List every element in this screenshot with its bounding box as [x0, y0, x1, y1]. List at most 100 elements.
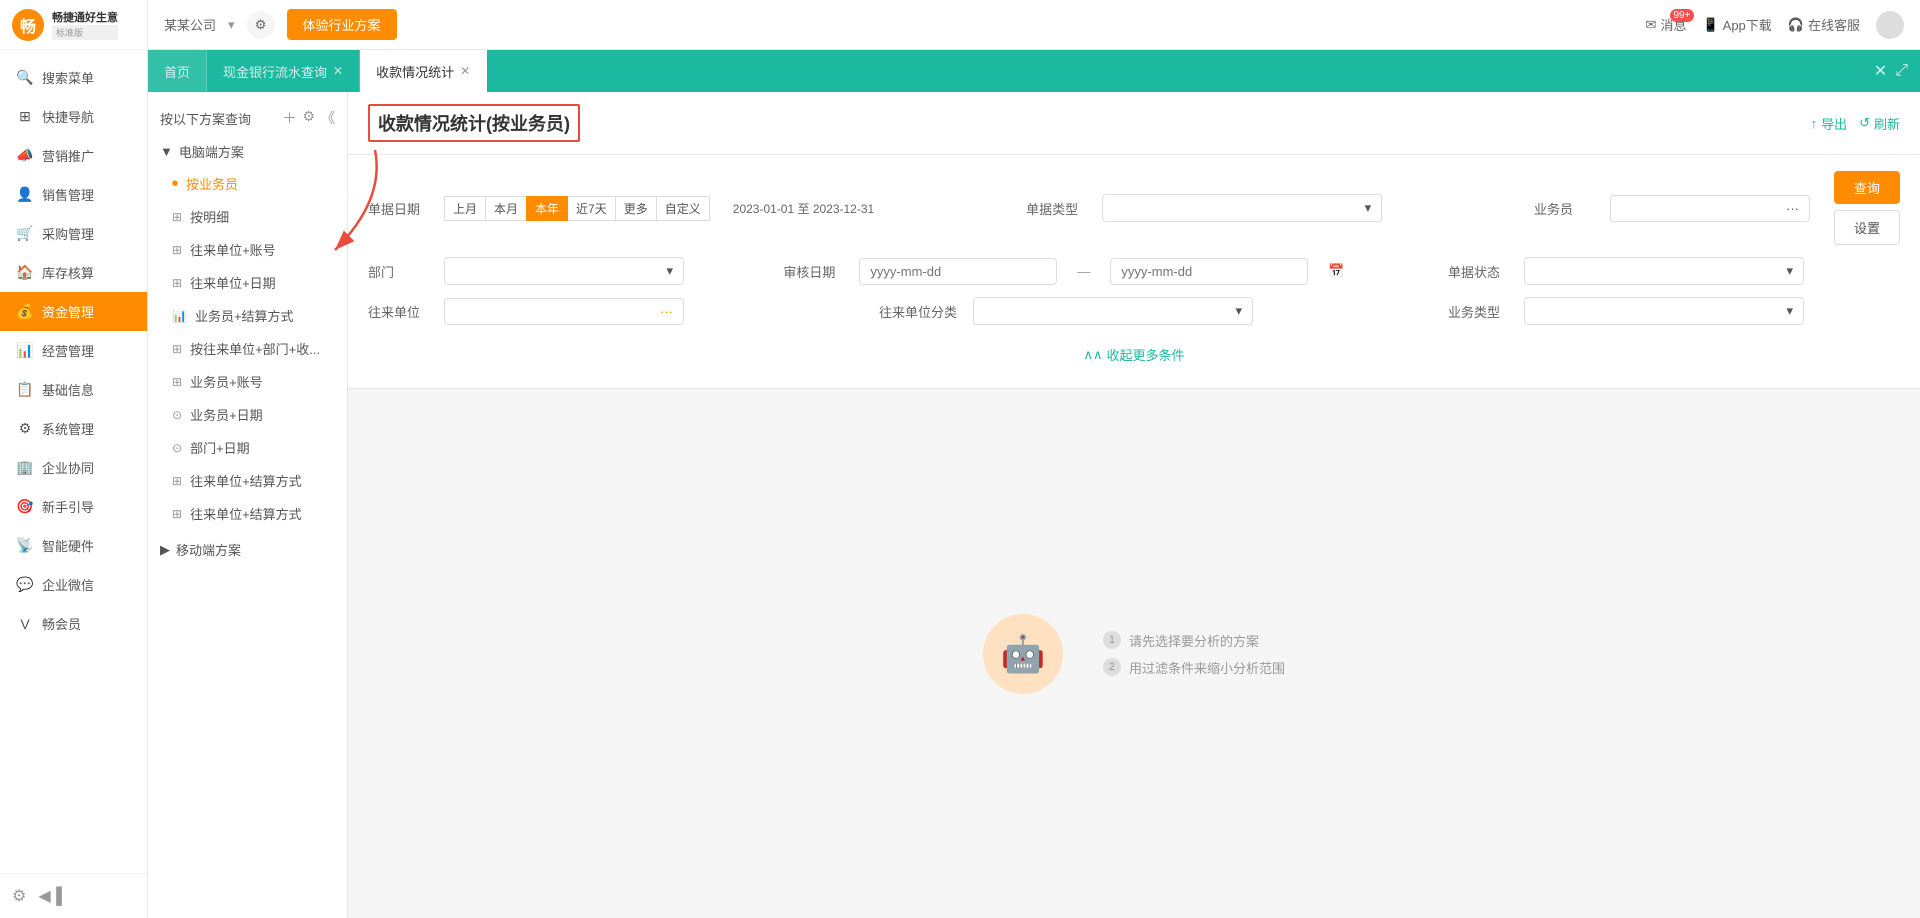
review-date-end[interactable]: [1110, 258, 1308, 285]
export-button[interactable]: ↑ 导出: [1811, 114, 1848, 133]
quicknav-icon: ⊞: [16, 108, 34, 126]
scheme-item-dept_date[interactable]: ⊙部门+日期: [148, 431, 347, 464]
page-title: 收款情况统计(按业务员): [368, 104, 580, 142]
operations-icon: 📊: [16, 342, 34, 360]
date-tab-近7天[interactable]: 近7天: [567, 196, 616, 221]
sidebar-item-sales[interactable]: 👤 销售管理: [0, 175, 147, 214]
dept-chevron: ▾: [666, 263, 673, 279]
collapse-button[interactable]: ∧∧ 收起更多条件: [368, 337, 1900, 372]
tab-collection-close[interactable]: ✕: [460, 64, 470, 78]
sales-icon: 👤: [16, 186, 34, 204]
tab-home-label: 首页: [164, 62, 190, 81]
scheme-settings-icon[interactable]: ⚙: [302, 108, 315, 128]
tab-collection[interactable]: 收款情况统计 ✕: [360, 50, 487, 92]
sidebar-item-purchase[interactable]: 🛒采购管理: [0, 214, 147, 253]
collapse-icon: ∧∧: [1083, 347, 1102, 363]
sidebar-nav: 🔍搜索菜单 ⊞ 快捷导航 📣营销推广 👤 销售管理 🛒采购管理🏠库存核算💰资金管理📊经营管理…: [0, 50, 147, 873]
date-tab-上月[interactable]: 上月: [444, 196, 486, 221]
sidebar-item-finance[interactable]: 💰资金管理: [0, 292, 147, 331]
tab-bank-close[interactable]: ✕: [333, 64, 343, 78]
refresh-button[interactable]: ↺ 刷新: [1859, 114, 1900, 133]
sidebar-item-marketing[interactable]: 📣营销推广: [0, 136, 147, 175]
page-actions: ↑ 导出 ↺ 刷新: [1811, 114, 1900, 133]
scheme-item-unit_method2[interactable]: ⊞往来单位+结算方式: [148, 497, 347, 530]
hardware-label: 智能硬件: [42, 536, 94, 555]
scheme-item-by_salesman[interactable]: ⏺按业务员: [148, 167, 347, 200]
sidebar-item-guide[interactable]: 🎯新手引导: [0, 487, 147, 526]
scheme-item-unit_account[interactable]: ⊞往来单位+账号: [148, 233, 347, 266]
sidebar-item-basic[interactable]: 📋基础信息: [0, 370, 147, 409]
wechat-icon: 💬: [16, 576, 34, 594]
date-tab-本年[interactable]: 本年: [526, 196, 568, 221]
sidebar-item-enterprise[interactable]: 🏢企业协同: [0, 448, 147, 487]
settings-icon[interactable]: ⚙: [12, 886, 26, 906]
doc-type-select[interactable]: ▾: [1102, 194, 1382, 222]
empty-steps: 1 请先选择要分析的方案 2 用过滤条件来缩小分析范围: [1103, 631, 1285, 677]
trial-button[interactable]: 体验行业方案: [287, 9, 397, 40]
sidebar-item-vip[interactable]: V畅会员: [0, 604, 147, 643]
scheme-item-unit_method1[interactable]: ⊞往来单位+结算方式: [148, 464, 347, 497]
sidebar-item-wechat[interactable]: 💬 企业微信: [0, 565, 147, 604]
tab-bank[interactable]: 现金银行流水查询 ✕: [207, 50, 360, 92]
collapse-sidebar-icon[interactable]: ◀▐: [38, 886, 62, 906]
quicknav-label: 快捷导航: [42, 107, 94, 126]
query-buttons: 查询 设置: [1834, 171, 1900, 245]
tab-maximize-icon[interactable]: ⤢: [1895, 62, 1908, 80]
sidebar-item-inventory[interactable]: 🏠库存核算: [0, 253, 147, 292]
review-date-start[interactable]: [859, 258, 1057, 285]
company-dropdown-icon[interactable]: ▾: [228, 17, 235, 33]
topbar-settings-icon[interactable]: ⚙: [247, 11, 275, 39]
tab-close-all-icon[interactable]: ✕: [1874, 61, 1887, 81]
set-button[interactable]: 设置: [1834, 210, 1900, 245]
doc-status-label: 单据状态: [1448, 262, 1508, 281]
tab-home[interactable]: 首页: [148, 50, 207, 92]
system-icon: ⚙: [16, 420, 34, 438]
wechat-label: 企业微信: [42, 575, 94, 594]
date-tab-更多[interactable]: 更多: [615, 196, 657, 221]
scheme-item-label-unit_account: 往来单位+账号: [190, 240, 276, 259]
partner-more-icon[interactable]: ···: [660, 304, 673, 319]
dept-select[interactable]: ▾: [444, 257, 684, 285]
scheme-add-icon[interactable]: ＋: [282, 108, 296, 128]
biz-type-select[interactable]: ▾: [1524, 297, 1804, 325]
scheme-item-icon-salesman_date: ⊙: [172, 408, 182, 422]
message-button[interactable]: ✉ 消息 99+: [1646, 15, 1687, 34]
scheme-item-salesman_account[interactable]: ⊞业务员+账号: [148, 365, 347, 398]
query-button[interactable]: 查询: [1834, 171, 1900, 204]
inventory-icon: 🏠: [16, 264, 34, 282]
date-tab-本月[interactable]: 本月: [485, 196, 527, 221]
scheme-group-title-desktop[interactable]: ▼电脑端方案: [148, 136, 347, 167]
doc-status-select[interactable]: ▾: [1524, 257, 1804, 285]
app-download-button[interactable]: 📱 App下载: [1702, 15, 1771, 34]
tab-bank-label: 现金银行流水查询: [223, 62, 327, 81]
collapse-label: 收起更多条件: [1107, 345, 1185, 364]
online-service-button[interactable]: 🎧 在线客服: [1788, 15, 1860, 34]
partner-select[interactable]: ···: [444, 298, 684, 325]
date-label: 单据日期: [368, 199, 428, 218]
scheme-group-title-mobile[interactable]: ▶移动端方案: [148, 534, 347, 565]
scheme-item-by_detail[interactable]: ⊞按明细: [148, 200, 347, 233]
scheme-item-unit_date[interactable]: ⊞往来单位+日期: [148, 266, 347, 299]
sidebar-item-operations[interactable]: 📊经营管理: [0, 331, 147, 370]
sidebar-item-system[interactable]: ⚙系统管理: [0, 409, 147, 448]
logo-icon: 畅: [12, 9, 44, 41]
scheme-item-salesman_date[interactable]: ⊙业务员+日期: [148, 398, 347, 431]
review-date-calendar-start[interactable]: 📅: [1328, 263, 1344, 279]
date-tab-自定义[interactable]: 自定义: [656, 196, 710, 221]
sidebar-item-search[interactable]: 🔍搜索菜单: [0, 58, 147, 97]
salesman-more-icon: ···: [1786, 201, 1799, 216]
sidebar-item-quicknav[interactable]: ⊞ 快捷导航: [0, 97, 147, 136]
marketing-label: 营销推广: [42, 146, 94, 165]
topbar-right: ✉ 消息 99+ 📱 App下载 🎧 在线客服: [1646, 11, 1904, 39]
scheme-collapse-icon[interactable]: 《: [321, 108, 335, 128]
salesman-select[interactable]: ···: [1610, 195, 1810, 222]
sidebar-item-hardware[interactable]: 📡智能硬件: [0, 526, 147, 565]
user-avatar[interactable]: [1876, 11, 1904, 39]
sales-label: 销售管理: [42, 185, 94, 204]
scheme-item-label-dept_date: 部门+日期: [190, 438, 250, 457]
partner-type-select[interactable]: ▾: [973, 297, 1253, 325]
scheme-item-salesman_method[interactable]: 📊业务员+结算方式: [148, 299, 347, 332]
scheme-item-unit_dept_col[interactable]: ⊞按往来单位+部门+收...: [148, 332, 347, 365]
date-tabs: 上月本月本年近7天更多自定义: [444, 196, 709, 221]
page-header: 收款情况统计(按业务员) ↑ 导出 ↺ 刷新: [348, 92, 1920, 155]
